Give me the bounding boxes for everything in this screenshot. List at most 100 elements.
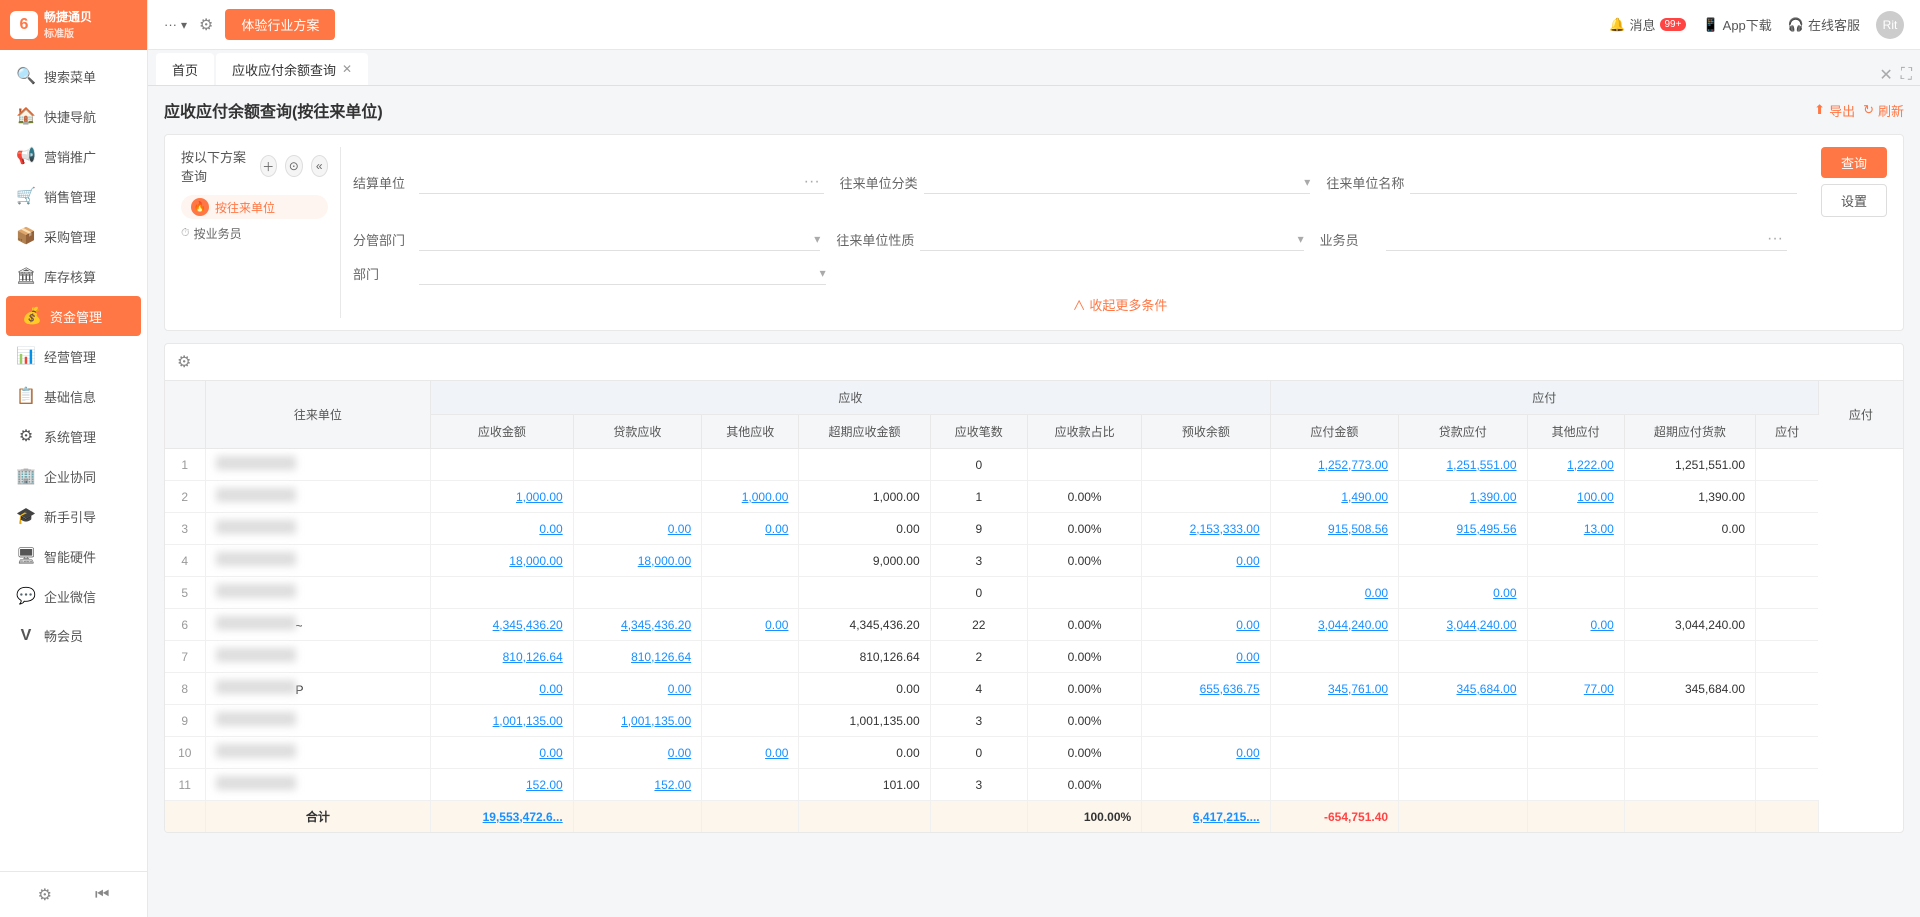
department-input[interactable] (419, 227, 814, 250)
filter-header: 按以下方案查询 ＋ ⊙ « (181, 147, 328, 185)
partner-nature-input[interactable] (920, 227, 1297, 250)
filter-collapse-btn[interactable]: ∧ 收起更多条件 (353, 291, 1887, 318)
collapse-sidebar-icon[interactable]: ⏮ (95, 886, 109, 904)
table-settings-icon[interactable]: ⚙ (177, 352, 191, 372)
partner-category-input[interactable] (924, 170, 1305, 193)
filter-add-btn[interactable]: ＋ (260, 155, 278, 177)
department-chevron[interactable]: ▾ (814, 232, 820, 246)
row-ar-overdue: 101.00 (799, 769, 930, 801)
sidebar-item-search[interactable]: 🔍 搜索菜单 (0, 56, 147, 96)
partner-name-input[interactable] (1410, 170, 1797, 194)
dept-input[interactable] (419, 261, 820, 284)
th-ar-count: 应收笔数 (930, 415, 1027, 449)
row-ar-amount: 1,001,135.00 (431, 705, 574, 737)
tab-expand-icon[interactable]: ⛶ (1901, 66, 1912, 84)
sidebar-item-label: 资金管理 (50, 307, 102, 326)
table-row: 11 152.00 152.00 101.00 3 0.00% (165, 769, 1903, 801)
row-ar-loan: 0.00 (573, 673, 701, 705)
sidebar-item-sales[interactable]: 🛒 销售管理 (0, 176, 147, 216)
setting-btn[interactable]: 设置 (1821, 184, 1887, 217)
sidebar-item-system[interactable]: ⚙ 系统管理 (0, 416, 147, 456)
th-ar-loan: 贷款应收 (573, 415, 701, 449)
row-ar-ratio: 0.00% (1027, 641, 1141, 673)
sidebar-item-inventory[interactable]: 🏛 库存核算 (0, 256, 147, 296)
footer-prepaid[interactable]: 6,417,215.... (1142, 801, 1270, 833)
sidebar-item-basic[interactable]: 📋 基础信息 (0, 376, 147, 416)
sidebar-item-member[interactable]: V 畅会员 (0, 616, 147, 655)
row-ar-overdue: 0.00 (799, 673, 930, 705)
query-btn[interactable]: 查询 (1821, 147, 1887, 178)
breadcrumb: ··· ▾ (164, 17, 187, 32)
th-ar-other: 其他应收 (702, 415, 799, 449)
row-ap-loan: 3,044,240.00 (1399, 609, 1527, 641)
sidebar-item-nav[interactable]: 🏠 快捷导航 (0, 96, 147, 136)
row-ar-overdue: 1,000.00 (799, 481, 930, 513)
filter-collapse-btn[interactable]: « (311, 155, 329, 177)
row-ap-loan (1399, 769, 1527, 801)
app-logo: 6 畅捷通贝 标准版 (0, 0, 147, 50)
refresh-btn[interactable]: ↻ 刷新 (1863, 101, 1904, 120)
settlement-unit-input[interactable] (419, 170, 800, 193)
row-ap-other (1527, 737, 1624, 769)
row-ap-other (1527, 705, 1624, 737)
footer-ar-amount[interactable]: 19,553,472.6... (431, 801, 574, 833)
filter-scheme-alt[interactable]: ⏱ 按业务员 (181, 225, 328, 242)
industry-solution-btn[interactable]: 体验行业方案 (225, 9, 335, 40)
member-icon: V (16, 627, 36, 645)
notifications-btn[interactable]: 🔔 消息 99+ (1609, 15, 1686, 34)
sidebar: 6 畅捷通贝 标准版 🔍 搜索菜单 🏠 快捷导航 📢 营销推广 🛒 销售管理 📦… (0, 0, 148, 917)
app-download-btn[interactable]: 📱 App下载 (1702, 15, 1771, 34)
row-ar-ratio: 0.00% (1027, 673, 1141, 705)
tab-ar-ap[interactable]: 应收应付余额查询 ✕ (216, 53, 368, 85)
row-ar-other: 0.00 (702, 609, 799, 641)
row-ap-other: 0.00 (1527, 609, 1624, 641)
footer-empty (165, 801, 205, 833)
row-ar-other (702, 673, 799, 705)
sidebar-item-label: 畅会员 (44, 626, 83, 645)
row-ap-overdue: 3,044,240.00 (1624, 609, 1755, 641)
partner-nature-label: 往来单位性质 (836, 230, 914, 249)
partner-category-chevron[interactable]: ▾ (1304, 175, 1310, 189)
sidebar-item-wechat[interactable]: 💬 企业微信 (0, 576, 147, 616)
table-row: 1 0 1,252,773.00 1,251,551.00 1,222.00 1… (165, 449, 1903, 481)
partner-nature-chevron[interactable]: ▾ (1298, 232, 1304, 246)
user-avatar[interactable]: Rit (1876, 11, 1904, 39)
row-ap-amount (1270, 641, 1398, 673)
sidebar-item-hardware[interactable]: 🖥 智能硬件 (0, 536, 147, 576)
row-ar-loan: 1,001,135.00 (573, 705, 701, 737)
row-ar-amount: 152.00 (431, 769, 574, 801)
sidebar-item-marketing[interactable]: 📢 营销推广 (0, 136, 147, 176)
tab-ar-ap-close[interactable]: ✕ (342, 62, 352, 76)
sidebar-item-corp[interactable]: 🏢 企业协同 (0, 456, 147, 496)
scheme-name: 按往来单位 (215, 199, 275, 216)
filter-scheme-active[interactable]: 🔥 按往来单位 (181, 195, 328, 219)
header-gear-icon[interactable]: ⚙ (199, 15, 213, 35)
support-btn[interactable]: 🎧 在线客服 (1788, 15, 1860, 34)
row-ar-amount: 1,000.00 (431, 481, 574, 513)
tab-close-all-icon[interactable]: ✕ (1879, 65, 1892, 85)
row-ap-overdue (1624, 545, 1755, 577)
sidebar-item-operations[interactable]: 📊 经营管理 (0, 336, 147, 376)
row-ar-count: 4 (930, 673, 1027, 705)
tab-home[interactable]: 首页 (156, 53, 214, 85)
filter-target-btn[interactable]: ⊙ (285, 155, 303, 177)
row-ar-amount: 18,000.00 (431, 545, 574, 577)
row-ar-other (702, 705, 799, 737)
sidebar-item-guide[interactable]: 🎓 新手引导 (0, 496, 147, 536)
salesperson-dots[interactable]: ··· (1763, 230, 1787, 248)
table-row: 9 1,001,135.00 1,001,135.00 1,001,135.00… (165, 705, 1903, 737)
th-ar-amount: 应收金额 (431, 415, 574, 449)
row-ar-ratio (1027, 577, 1141, 609)
export-btn[interactable]: ⬆ 导出 (1814, 101, 1855, 120)
row-ap-loan (1399, 641, 1527, 673)
settings-footer-icon[interactable]: ⚙ (38, 885, 52, 905)
sidebar-item-purchase[interactable]: 📦 采购管理 (0, 216, 147, 256)
dept-chevron[interactable]: ▾ (820, 266, 826, 280)
top-header: ··· ▾ ⚙ 体验行业方案 🔔 消息 99+ 📱 App下载 🎧 在线客服 R… (148, 0, 1920, 50)
salesperson-input[interactable] (1386, 227, 1763, 250)
settlement-unit-dots[interactable]: ··· (800, 173, 824, 191)
table-body: 1 0 1,252,773.00 1,251,551.00 1,222.00 1… (165, 449, 1903, 801)
row-ar-amount: 0.00 (431, 673, 574, 705)
row-ar-loan (573, 577, 701, 609)
sidebar-item-finance[interactable]: 💰 资金管理 (6, 296, 141, 336)
